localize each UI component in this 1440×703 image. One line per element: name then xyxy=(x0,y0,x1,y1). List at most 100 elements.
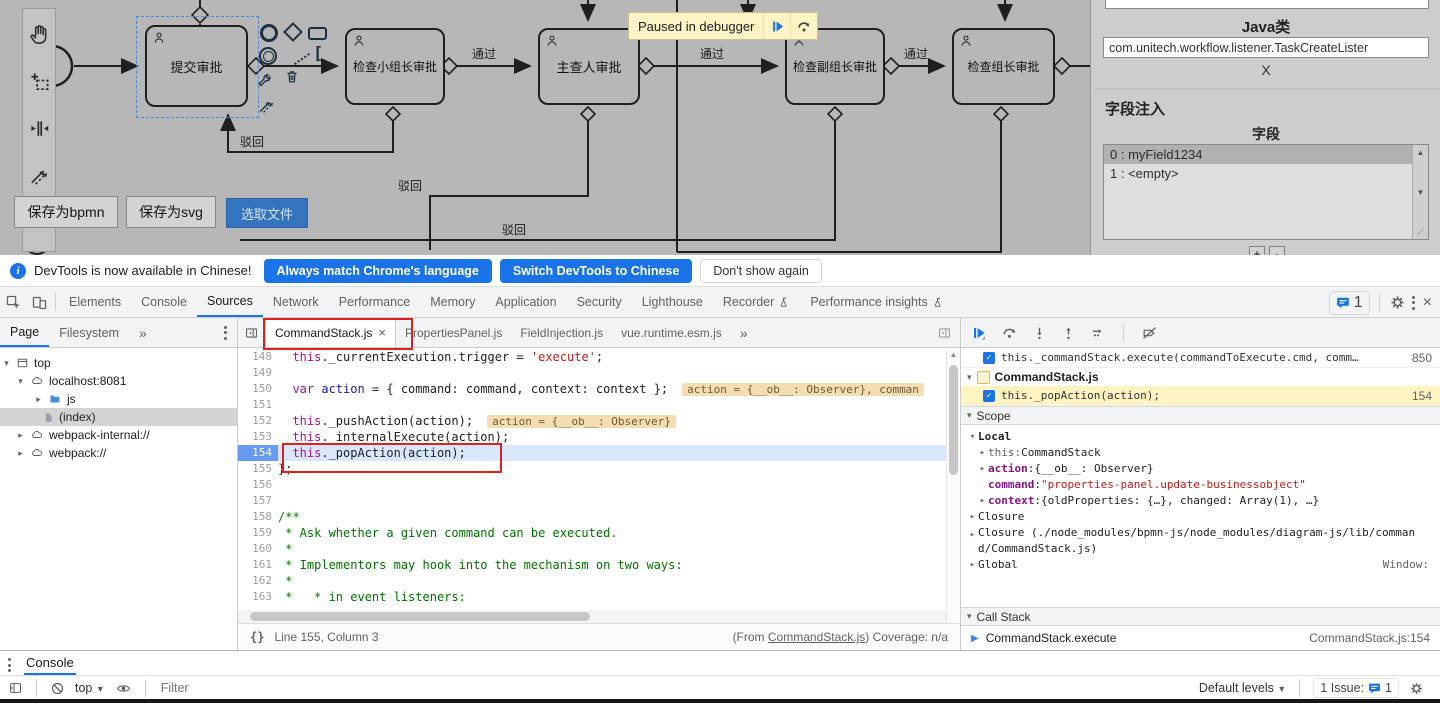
field-item[interactable]: 1 : <empty> xyxy=(1104,164,1428,183)
tab-console[interactable]: Console xyxy=(131,287,197,317)
editor-tab-propertiespanel[interactable]: PropertiesPanel.js xyxy=(396,318,511,347)
caret-collapsed-icon[interactable]: ▸ xyxy=(34,394,43,405)
tree-item-webpack[interactable]: ▸ webpack:// xyxy=(0,444,237,462)
tab-application[interactable]: Application xyxy=(485,287,566,317)
line-number[interactable]: 160 xyxy=(238,541,278,557)
bpmn-task-chief[interactable]: 主查人审批 xyxy=(538,28,640,105)
global-connect-tool-icon[interactable] xyxy=(28,164,51,187)
line-number[interactable]: 149 xyxy=(238,365,278,381)
braces-icon[interactable]: {} xyxy=(238,630,274,644)
editor-vertical-scrollbar[interactable]: ▲ xyxy=(946,349,960,629)
line-number[interactable]: 162 xyxy=(238,573,278,589)
line-number[interactable]: 148 xyxy=(238,349,278,365)
navigator-tab-filesystem[interactable]: Filesystem xyxy=(49,318,129,347)
caret-expanded-icon[interactable]: ▾ xyxy=(967,611,972,622)
caret-expanded-icon[interactable]: ▾ xyxy=(2,358,11,369)
more-options-icon[interactable] xyxy=(1411,295,1415,310)
caret-collapsed-icon[interactable]: ▸ xyxy=(967,509,978,525)
scroll-up-icon[interactable]: ▲ xyxy=(1417,145,1425,157)
line-number[interactable]: 159 xyxy=(238,525,278,541)
line-number[interactable]: 156 xyxy=(238,477,278,493)
caret-collapsed-icon[interactable]: ▸ xyxy=(967,557,978,573)
scope-var-command[interactable]: command"properties-panel.update-business… xyxy=(961,477,1440,493)
scope-section-header[interactable]: ▾ Scope xyxy=(961,406,1440,425)
scope-var-action[interactable]: ▸action{__ob__: Observer} xyxy=(961,461,1440,477)
space-tool-icon[interactable] xyxy=(28,117,51,140)
line-number[interactable]: 158 xyxy=(238,509,278,525)
resume-icon[interactable] xyxy=(971,325,987,341)
device-toolbar-icon[interactable] xyxy=(26,290,52,314)
source-file-link[interactable]: CommandStack.js xyxy=(768,630,865,644)
tab-elements[interactable]: Elements xyxy=(59,287,131,317)
tree-item-index[interactable]: (index) xyxy=(0,408,237,426)
scope-var-this[interactable]: ▸thisCommandStack xyxy=(961,445,1440,461)
console-drawer-tab[interactable]: Console xyxy=(24,651,76,675)
log-levels-selector[interactable]: Default levels ▼ xyxy=(1199,681,1286,695)
tab-network[interactable]: Network xyxy=(263,287,329,317)
close-tab-icon[interactable]: × xyxy=(378,325,386,340)
inspect-element-icon[interactable] xyxy=(0,290,26,314)
breakpoint-file-group[interactable]: ▾ CommandStack.js xyxy=(961,368,1440,386)
remove-listener-button[interactable]: X xyxy=(1091,62,1440,78)
tree-item-top[interactable]: ▾ top xyxy=(0,354,237,372)
save-svg-button[interactable]: 保存为svg xyxy=(126,196,216,228)
step-over-icon[interactable] xyxy=(790,13,817,39)
resume-script-icon[interactable] xyxy=(763,13,790,39)
drawer-menu-icon[interactable] xyxy=(8,658,11,672)
remove-field-button[interactable]: - xyxy=(1269,246,1285,255)
scope-global[interactable]: ▸ Global Window xyxy=(961,557,1429,573)
call-stack-frame[interactable]: ▶ CommandStack.execute CommandStack.js:1… xyxy=(961,628,1440,648)
switch-to-chinese-button[interactable]: Switch DevTools to Chinese xyxy=(499,258,693,283)
navigator-tab-page[interactable]: Page xyxy=(0,318,50,347)
scope-local-header[interactable]: ▾ Local xyxy=(961,429,1440,445)
caret-collapsed-icon[interactable]: ▸ xyxy=(977,445,988,461)
context-selector[interactable]: top ▼ xyxy=(75,681,105,695)
scope-closure-module[interactable]: ▸ Closure (./node_modules/bpmn-js/node_mo… xyxy=(961,525,1422,557)
caret-expanded-icon[interactable]: ▾ xyxy=(16,376,25,387)
step-into-icon[interactable] xyxy=(1032,325,1047,341)
bpmn-canvas[interactable]: 提交审批 检查小组长审批 主查人审批 检查副组长审批 检查组长审批 通过 通过 … xyxy=(0,0,1090,255)
line-number[interactable]: 155 xyxy=(238,461,278,477)
pick-file-button[interactable]: 选取文件 xyxy=(226,198,308,228)
caret-expanded-icon[interactable]: ▾ xyxy=(967,410,972,421)
breakpoint-checkbox-checked[interactable]: ✓ xyxy=(983,389,995,402)
hide-navigator-icon[interactable] xyxy=(238,326,265,340)
append-task-icon[interactable] xyxy=(308,27,327,40)
console-sidebar-icon[interactable] xyxy=(8,681,23,695)
line-number[interactable]: 151 xyxy=(238,397,278,413)
connect-arrow-icon[interactable] xyxy=(256,94,276,114)
tree-item-js-folder[interactable]: ▸ js xyxy=(0,390,237,408)
line-number[interactable]: 163 xyxy=(238,589,278,605)
caret-expanded-icon[interactable]: ▾ xyxy=(967,372,972,383)
match-language-button[interactable]: Always match Chrome's language xyxy=(263,258,492,283)
scroll-down-icon[interactable]: ▼ xyxy=(1417,188,1425,197)
hand-tool-icon[interactable] xyxy=(28,23,51,46)
listbox-scrollbar[interactable]: ▲ ▼ ⟋ xyxy=(1412,145,1428,239)
field-item-selected[interactable]: 0 : myField1234 xyxy=(1104,145,1428,164)
tree-item-localhost[interactable]: ▾ localhost:8081 xyxy=(0,372,237,390)
bpmn-task-group-leader[interactable]: 检查组长审批 xyxy=(952,28,1055,105)
step-over-icon[interactable] xyxy=(1001,324,1018,341)
console-settings-gear-icon[interactable] xyxy=(1409,681,1424,696)
lasso-tool-icon[interactable] xyxy=(28,70,51,93)
java-class-input[interactable] xyxy=(1103,37,1429,58)
save-bpmn-button[interactable]: 保存为bpmn xyxy=(14,196,118,228)
line-number[interactable]: 150 xyxy=(238,381,278,397)
wrench-icon[interactable] xyxy=(256,70,273,87)
line-number[interactable]: 154 xyxy=(238,445,278,461)
tab-performance-insights[interactable]: Performance insights xyxy=(800,287,953,317)
editor-tab-commandstack[interactable]: CommandStack.js × xyxy=(265,318,396,347)
text-annotation-icon[interactable]: [ xyxy=(313,44,323,64)
editor-tab-fieldinjection[interactable]: FieldInjection.js xyxy=(511,318,612,347)
console-issues-counter[interactable]: 1 Issue: 1 xyxy=(1313,678,1399,698)
dont-show-again-button[interactable]: Don't show again xyxy=(700,258,822,283)
tab-performance[interactable]: Performance xyxy=(329,287,421,317)
bpmn-task-team-leader[interactable]: 检查小组长审批 xyxy=(345,28,445,105)
tab-lighthouse[interactable]: Lighthouse xyxy=(632,287,713,317)
caret-collapsed-icon[interactable]: ▸ xyxy=(16,430,25,441)
tab-security[interactable]: Security xyxy=(567,287,632,317)
editor-tab-vue-runtime[interactable]: vue.runtime.esm.js xyxy=(612,318,731,347)
breakpoint-checkbox-checked[interactable]: ✓ xyxy=(983,351,995,364)
caret-collapsed-icon[interactable]: ▸ xyxy=(16,448,25,459)
add-field-button[interactable]: + xyxy=(1249,246,1265,255)
